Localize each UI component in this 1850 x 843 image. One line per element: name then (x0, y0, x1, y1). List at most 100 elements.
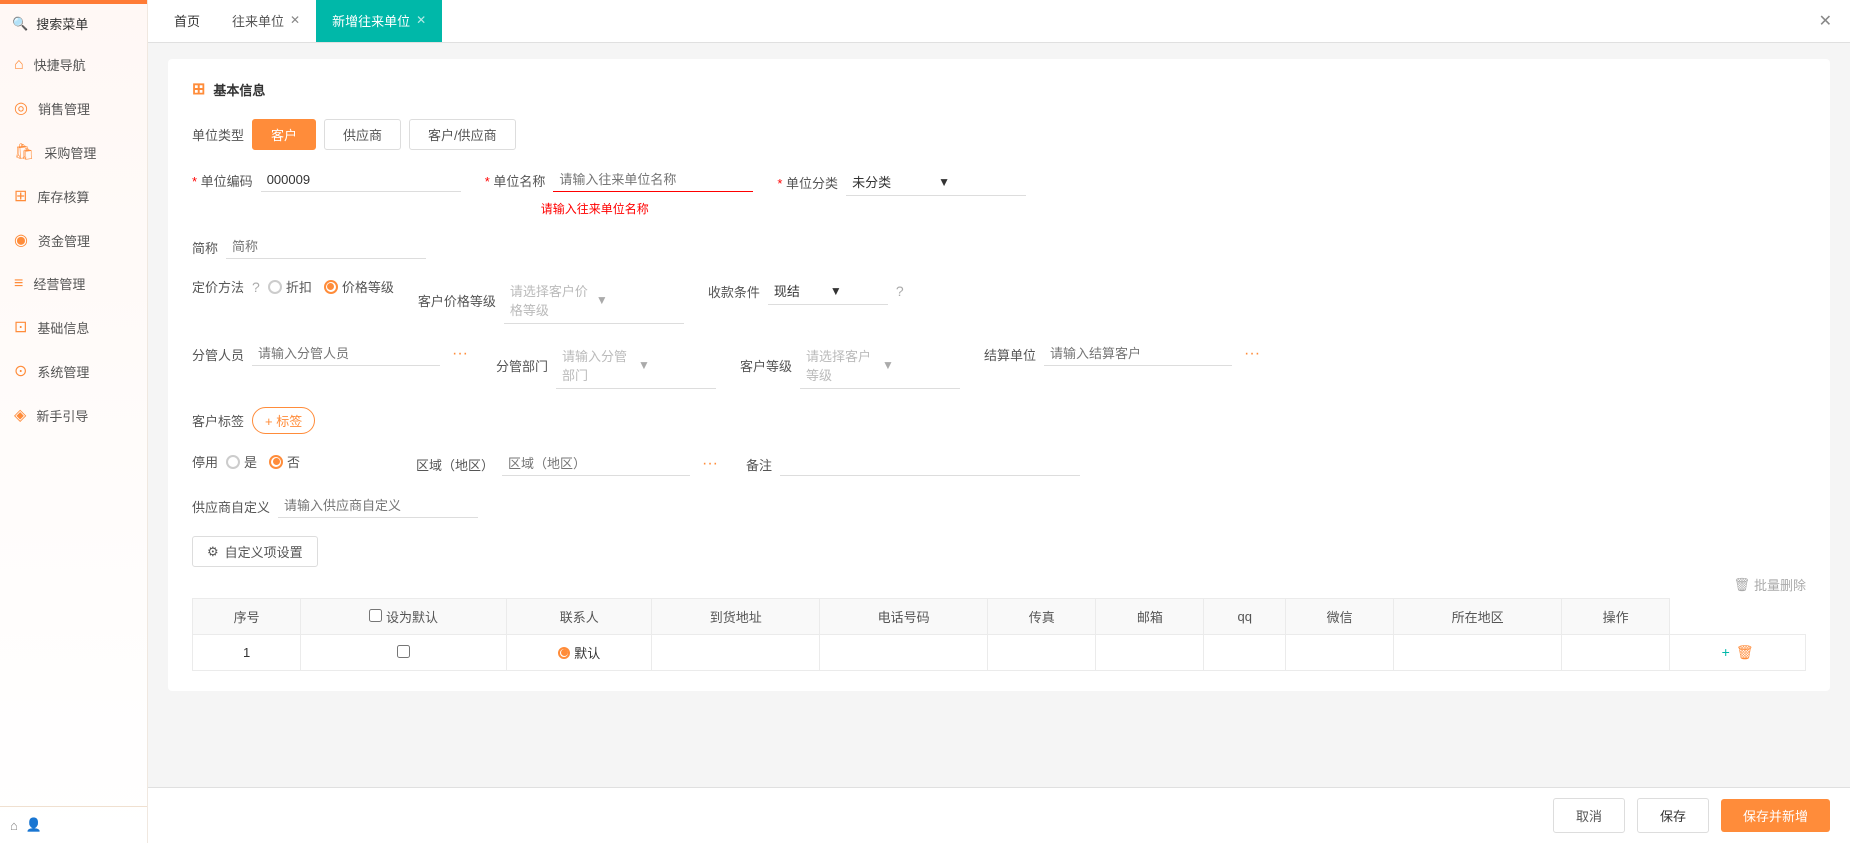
save-button[interactable]: 保存 (1637, 798, 1709, 833)
form-row-supplier-custom: 供应商自定义 (192, 494, 1806, 518)
custom-settings-button[interactable]: ⚙ 自定义项设置 (192, 536, 318, 567)
cell-9 (1394, 635, 1562, 671)
add-tag-button[interactable]: + 标签 (252, 407, 315, 434)
add-row-button[interactable]: + (1722, 644, 1730, 660)
row-checkbox[interactable] (397, 645, 410, 658)
search-menu[interactable]: 🔍 搜索菜单 (0, 4, 147, 43)
sidebar-label-guide: 新手引导 (36, 406, 88, 425)
settlement-input[interactable] (1044, 342, 1232, 366)
table-header-bar: 🗑 批量删除 (192, 575, 1806, 594)
delete-row-button[interactable]: 🗑 (1736, 644, 1754, 660)
settlement-more-icon[interactable]: ··· (1240, 345, 1264, 363)
payment-condition-value: 现结 (774, 281, 826, 300)
sidebar-label-operation: 经营管理 (33, 274, 85, 293)
region-more-icon[interactable]: ··· (698, 455, 722, 473)
col-header-2: 联系人 (507, 599, 652, 635)
delete-icon: 🗑 (1733, 577, 1750, 593)
col-header-6: 邮箱 (1096, 599, 1204, 635)
sidebar-bottom: ⌂ 👤 (0, 806, 147, 843)
abbr-field: 简称 (192, 235, 426, 259)
department-label: 分管部门 (496, 356, 548, 375)
manager-label: 分管人员 (192, 345, 244, 364)
unit-type-supplier-button[interactable]: 供应商 (324, 119, 401, 150)
abbr-input[interactable] (226, 235, 426, 259)
unit-category-select[interactable]: 未分类 ▼ (846, 168, 1026, 196)
save-new-button[interactable]: 保存并新增 (1721, 799, 1830, 832)
batch-delete-button[interactable]: 🗑 批量删除 (1733, 575, 1806, 594)
col-header-10: 操作 (1562, 599, 1670, 635)
sidebar-label-sales: 销售管理 (38, 99, 90, 118)
cell-6 (1096, 635, 1204, 671)
sales-icon: ◎ (14, 98, 28, 118)
sidebar-item-operation[interactable]: ≡ 经营管理 (0, 262, 147, 305)
unit-code-input[interactable] (261, 168, 461, 192)
pricing-help-icon[interactable]: ? (252, 279, 260, 295)
settlement-field: 结算单位 ··· (984, 342, 1264, 366)
disabled-radio-no[interactable]: 否 (269, 452, 300, 471)
section-title-text: 基本信息 (213, 80, 265, 99)
unit-category-value: 未分类 (852, 172, 934, 191)
sidebar-item-basic[interactable]: ⊡基础信息 (0, 305, 147, 349)
select-all-checkbox[interactable] (369, 609, 382, 622)
col-header-7: qq (1204, 599, 1286, 635)
region-label: 区域（地区） (416, 455, 494, 474)
footer: 取消 保存 保存并新增 (148, 787, 1850, 843)
tab-new-partner[interactable]: 新增往来单位✕ (316, 0, 442, 42)
tab-partner[interactable]: 往来单位✕ (216, 0, 316, 42)
disabled-radio-yes[interactable]: 是 (226, 452, 257, 471)
tab-home[interactable]: 首页 (158, 0, 216, 42)
user-icon: 👤 (26, 817, 42, 833)
payment-condition-help-icon[interactable]: ? (896, 283, 904, 299)
col-header-4: 电话号码 (820, 599, 988, 635)
customer-tag-field: 客户标签 + 标签 (192, 407, 392, 434)
main-area: 首页往来单位✕新增往来单位✕ ✕ ⊞ 基本信息 单位类型 客户供应商客户/供应商… (148, 0, 1850, 843)
form-row-disabled: 停用 是否 区域（地区） ··· 备注 (192, 452, 1806, 476)
close-all-tabs[interactable]: ✕ (1811, 7, 1840, 35)
finance-icon: ◉ (14, 230, 28, 250)
tabs-bar: 首页往来单位✕新增往来单位✕ ✕ (148, 0, 1850, 43)
sidebar-label-purchase: 采购管理 (44, 143, 96, 162)
supplier-custom-input[interactable] (278, 494, 478, 518)
basic-icon: ⊡ (14, 317, 27, 337)
region-input[interactable] (502, 452, 690, 476)
col-header-1: 设为默认 (301, 599, 507, 635)
manager-more-icon[interactable]: ··· (448, 345, 472, 363)
contacts-table: 序号 设为默认联系人到货地址电话号码传真邮箱qq微信所在地区操作 1默认+🗑 (192, 598, 1806, 671)
sidebar-item-inventory[interactable]: ⊞库存核算 (0, 174, 147, 218)
sidebar-item-sales[interactable]: ◎ 销售管理 (0, 86, 147, 130)
customer-price-level-select[interactable]: 请选择客户价格等级 ▼ (504, 277, 684, 324)
unit-type-customer-button[interactable]: 客户 (252, 119, 316, 150)
tab-close-partner[interactable]: ✕ (290, 13, 300, 27)
unit-type-both-button[interactable]: 客户/供应商 (409, 119, 516, 150)
manager-input[interactable] (252, 342, 440, 366)
sidebar-item-purchase[interactable]: 🛍采购管理 (0, 130, 147, 174)
sidebar-item-quick-nav[interactable]: ⌂快捷导航 (0, 43, 147, 86)
pricing-radio-discount[interactable]: 折扣 (268, 277, 312, 296)
payment-condition-select[interactable]: 现结 ▼ (768, 277, 888, 305)
unit-name-input[interactable] (553, 168, 753, 192)
cell-10 (1562, 635, 1670, 671)
guide-icon: ◈ (14, 405, 26, 425)
customer-level-select[interactable]: 请选择客户等级 ▼ (800, 342, 960, 389)
discount-radio-icon (268, 280, 282, 294)
sidebar-label-system: 系统管理 (37, 362, 89, 381)
tab-close-new-partner[interactable]: ✕ (416, 13, 426, 27)
pricing-radio-group: 折扣价格等级 (268, 277, 394, 296)
department-field: 分管部门 请输入分管部门 ▼ (496, 342, 716, 389)
customer-level-chevron-icon: ▼ (882, 358, 954, 372)
operation-icon: ≡ (14, 275, 23, 293)
form-row-pricing: 定价方法 ? 折扣价格等级 客户价格等级 请选择客户价格等级 ▼ 收款条件 现结… (192, 277, 1806, 324)
sidebar-label-finance: 资金管理 (38, 231, 90, 250)
sidebar-item-system[interactable]: ⊙系统管理 (0, 349, 147, 393)
cancel-button[interactable]: 取消 (1553, 798, 1625, 833)
remark-input[interactable] (780, 452, 1080, 476)
customer-level-placeholder: 请选择客户等级 (806, 346, 878, 384)
department-select[interactable]: 请输入分管部门 ▼ (556, 342, 716, 389)
unit-type-row: 单位类型 客户供应商客户/供应商 (192, 119, 1806, 150)
sidebar-item-guide[interactable]: ◈ 新手引导 (0, 393, 147, 437)
customer-price-level-field: 客户价格等级 请选择客户价格等级 ▼ (418, 277, 684, 324)
sidebar-item-finance[interactable]: ◉ 资金管理 (0, 218, 147, 262)
pricing-radio-price-level[interactable]: 价格等级 (324, 277, 394, 296)
form-row-tags: 客户标签 + 标签 (192, 407, 1806, 434)
form-row-manager: 分管人员 ··· 分管部门 请输入分管部门 ▼ 客户等级 请选择客户等级 ▼ (192, 342, 1806, 389)
